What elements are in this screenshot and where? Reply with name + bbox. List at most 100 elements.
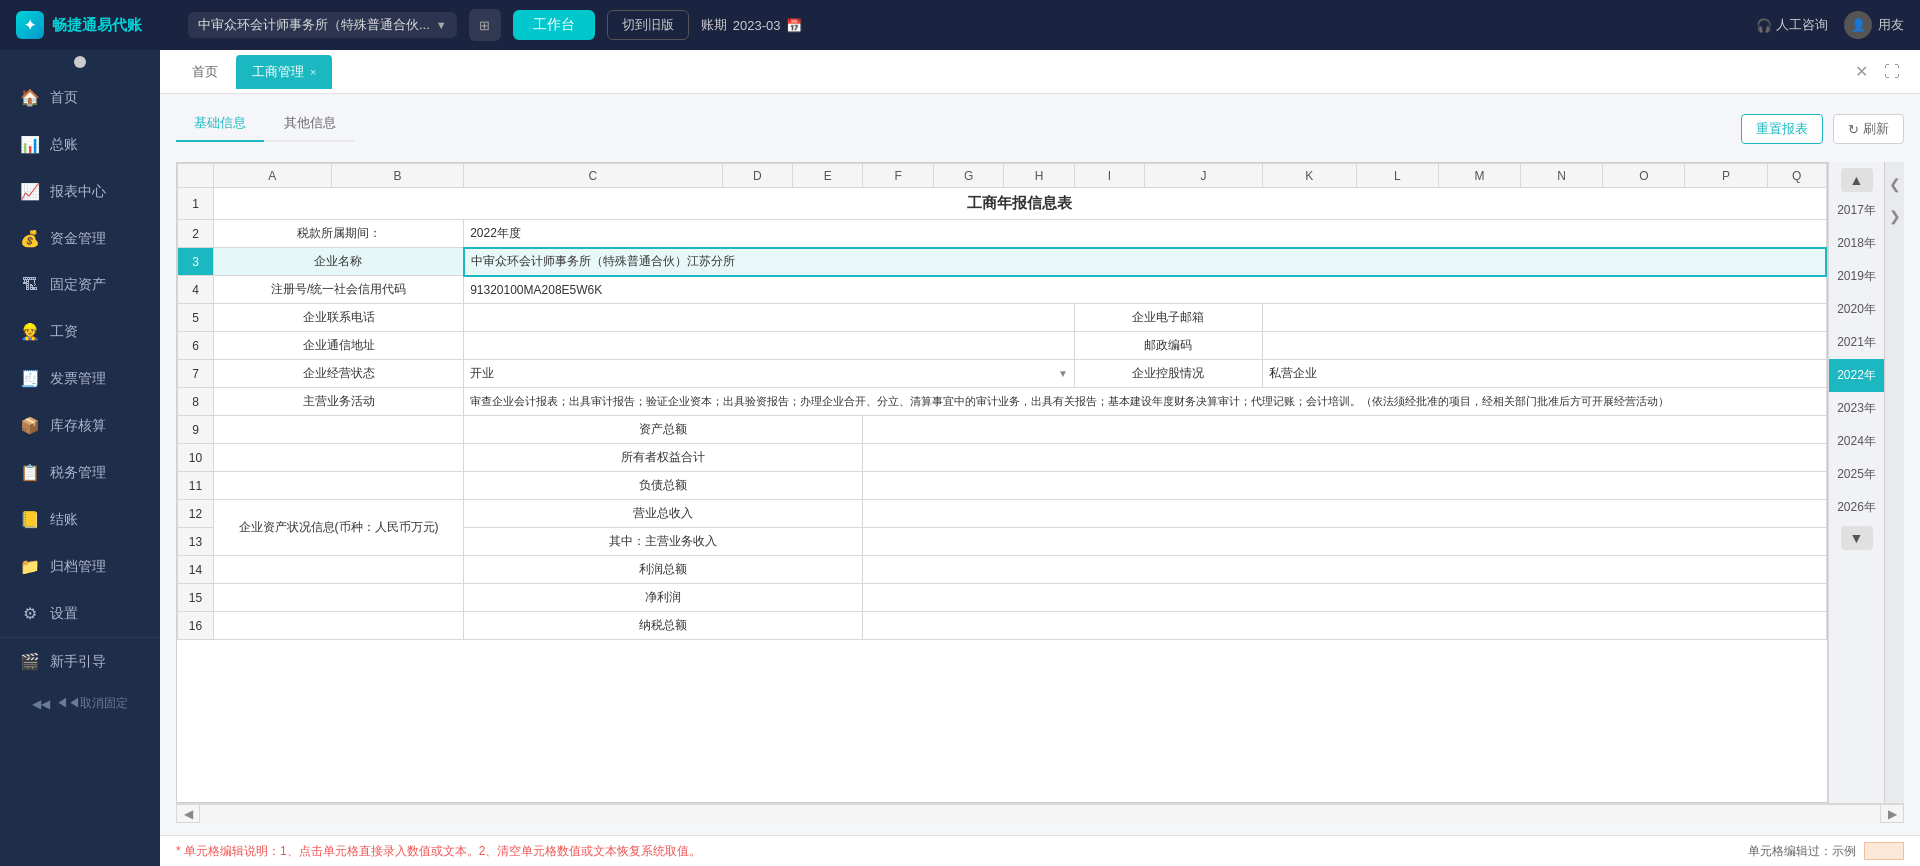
sidebar-item-guide[interactable]: 🎬 新手引导 xyxy=(0,638,160,685)
year-2025[interactable]: 2025年 xyxy=(1829,458,1884,491)
user-area[interactable]: 👤 用友 xyxy=(1844,11,1904,39)
sidebar-item-reports[interactable]: 📈 报表中心 xyxy=(0,168,160,215)
cell-empty-11 xyxy=(214,472,464,500)
sub-tab-other[interactable]: 其他信息 xyxy=(266,106,354,142)
row-num-12: 12 xyxy=(178,500,214,528)
year-2022[interactable]: 2022年 xyxy=(1829,359,1884,392)
cell-revenue-value[interactable] xyxy=(863,500,1826,528)
tab-commerce[interactable]: 工商管理 × xyxy=(236,55,332,89)
right-expand-icon[interactable]: ❯ xyxy=(1885,204,1905,228)
year-2018[interactable]: 2018年 xyxy=(1829,227,1884,260)
right-collapse-icon[interactable]: ❮ xyxy=(1885,172,1905,196)
sidebar-item-close[interactable]: 📒 结账 xyxy=(0,496,160,543)
col-header-d[interactable]: D xyxy=(722,164,792,188)
col-header-h[interactable]: H xyxy=(1004,164,1074,188)
sidebar-pin-button[interactable]: ◀◀ ◀◀取消固定 xyxy=(0,685,160,722)
col-header-i[interactable]: I xyxy=(1074,164,1144,188)
sidebar-item-assets[interactable]: 🏗 固定资产 xyxy=(0,262,160,308)
top-header: ✦ 畅捷通易代账 中审众环会计师事务所（特殊普通合伙... ▼ ⊞ 工作台 切到… xyxy=(0,0,1920,50)
sheet-container[interactable]: A B C D E F G H I J K L xyxy=(176,162,1828,803)
edit-hint: * 单元格编辑说明：1、点击单元格直接录入数值或文本。2、清空单元格数值或文本恢… xyxy=(176,843,701,860)
tab-expand-button[interactable]: ⛶ xyxy=(1880,58,1904,85)
cell-period-label: 税款所属期间： xyxy=(214,220,464,248)
switch-version-button[interactable]: 切到旧版 xyxy=(607,10,689,40)
sidebar-item-home[interactable]: 🏠 首页 xyxy=(0,74,160,121)
cell-liabilities-value[interactable] xyxy=(863,472,1826,500)
col-header-k[interactable]: K xyxy=(1262,164,1356,188)
sheet-scroll-left[interactable]: ◀ xyxy=(176,804,200,823)
row-num-3: 3 xyxy=(178,248,214,276)
bottom-right: 单元格编辑过：示例 xyxy=(1748,842,1904,860)
cell-business-value[interactable]: 审查企业会计报表；出具审计报告；验证企业资本；出具验资报告；办理企业合开、分立、… xyxy=(464,388,1826,416)
col-header-j[interactable]: J xyxy=(1145,164,1262,188)
cell-phone-value[interactable] xyxy=(464,304,1075,332)
cell-company-value[interactable]: 中审众环会计师事务所（特殊普通合伙）江苏分所 xyxy=(464,248,1826,276)
support-button[interactable]: 🎧 人工咨询 xyxy=(1756,16,1828,34)
sidebar-item-inventory[interactable]: 📦 库存核算 xyxy=(0,402,160,449)
sidebar-item-archive[interactable]: 📁 归档管理 xyxy=(0,543,160,590)
cell-email-value[interactable] xyxy=(1262,304,1826,332)
sidebar-item-invoice[interactable]: 🧾 发票管理 xyxy=(0,355,160,402)
year-2017[interactable]: 2017年 xyxy=(1829,194,1884,227)
reset-button[interactable]: 重置报表 xyxy=(1741,114,1823,144)
sidebar-scroll-up[interactable] xyxy=(74,56,86,68)
year-2021[interactable]: 2021年 xyxy=(1829,326,1884,359)
sidebar-item-salary[interactable]: 👷 工资 xyxy=(0,308,160,355)
year-2020[interactable]: 2020年 xyxy=(1829,293,1884,326)
sidebar-label-reports: 报表中心 xyxy=(50,183,106,201)
year-2024[interactable]: 2024年 xyxy=(1829,425,1884,458)
year-scroll-down[interactable]: ▼ xyxy=(1841,526,1873,550)
cell-main-revenue-value[interactable] xyxy=(863,528,1826,556)
col-header-g[interactable]: G xyxy=(933,164,1003,188)
cell-regnum-value[interactable]: 91320100MA208E5W6K xyxy=(464,276,1826,304)
cell-empty-16 xyxy=(214,612,464,640)
cell-total-assets-value[interactable] xyxy=(863,416,1826,444)
sub-tab-basic[interactable]: 基础信息 xyxy=(176,106,264,142)
col-header-q[interactable]: Q xyxy=(1767,164,1826,188)
year-2023[interactable]: 2023年 xyxy=(1829,392,1884,425)
cell-postal-value[interactable] xyxy=(1262,332,1826,360)
cell-liabilities-label: 负债总额 xyxy=(464,472,863,500)
row-num-4: 4 xyxy=(178,276,214,304)
cell-status-value[interactable]: 开业 ▼ xyxy=(464,360,1075,388)
sidebar-item-ledger[interactable]: 📊 总账 xyxy=(0,121,160,168)
col-header-l[interactable]: L xyxy=(1356,164,1438,188)
tab-close-button[interactable]: ✕ xyxy=(1851,58,1872,85)
cell-period-value[interactable]: 2022年度 xyxy=(464,220,1826,248)
company-selector[interactable]: 中审众环会计师事务所（特殊普通合伙... ▼ xyxy=(188,12,457,38)
calendar-icon[interactable]: 📅 xyxy=(786,18,802,33)
sidebar-label-funds: 资金管理 xyxy=(50,230,106,248)
sidebar-item-funds[interactable]: 💰 资金管理 xyxy=(0,215,160,262)
col-header-m[interactable]: M xyxy=(1438,164,1520,188)
cell-net-profit-value[interactable] xyxy=(863,584,1826,612)
sidebar-item-settings[interactable]: ⚙ 设置 xyxy=(0,590,160,637)
tab-close-icon[interactable]: × xyxy=(310,66,316,78)
year-2019[interactable]: 2019年 xyxy=(1829,260,1884,293)
col-header-n[interactable]: N xyxy=(1521,164,1603,188)
col-header-c[interactable]: C xyxy=(464,164,722,188)
col-header-b[interactable]: B xyxy=(331,164,463,188)
cell-holding-value[interactable]: 私营企业 xyxy=(1262,360,1826,388)
cell-tax-value[interactable] xyxy=(863,612,1826,640)
year-scroll-up[interactable]: ▲ xyxy=(1841,168,1873,192)
title-cell[interactable]: 工商年报信息表 xyxy=(214,188,1827,220)
period-prefix: 账期 xyxy=(701,16,727,34)
sheet-scroll-bar[interactable] xyxy=(200,804,1880,820)
col-header-a[interactable]: A xyxy=(214,164,332,188)
refresh-button[interactable]: ↻ 刷新 xyxy=(1833,114,1904,144)
cell-profit-value[interactable] xyxy=(863,556,1826,584)
year-2026[interactable]: 2026年 xyxy=(1829,491,1884,524)
tab-home[interactable]: 首页 xyxy=(176,55,234,89)
sidebar-item-tax[interactable]: 📋 税务管理 xyxy=(0,449,160,496)
cell-equity-value[interactable] xyxy=(863,444,1826,472)
col-header-f[interactable]: F xyxy=(863,164,933,188)
document-icon[interactable]: ⊞ xyxy=(469,9,501,41)
workbench-button[interactable]: 工作台 xyxy=(513,10,595,40)
sheet-scroll-right[interactable]: ▶ xyxy=(1880,804,1904,823)
col-header-p[interactable]: P xyxy=(1685,164,1767,188)
col-header-o[interactable]: O xyxy=(1603,164,1685,188)
cell-address-value[interactable] xyxy=(464,332,1075,360)
table-row: 2 税款所属期间： 2022年度 xyxy=(178,220,1827,248)
header-right: 🎧 人工咨询 👤 用友 xyxy=(1756,11,1904,39)
col-header-e[interactable]: E xyxy=(792,164,862,188)
